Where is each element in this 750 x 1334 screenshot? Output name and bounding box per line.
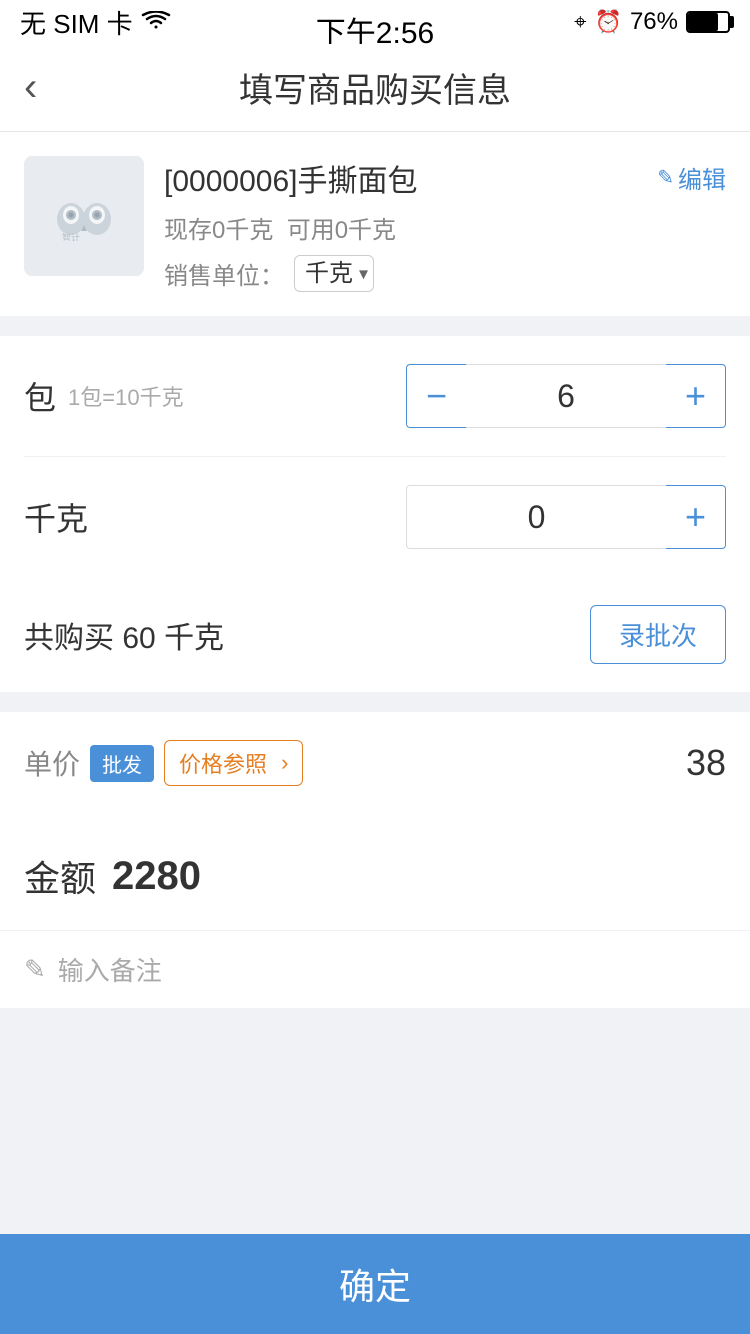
section-divider-2 [0,692,750,712]
back-button[interactable]: ‹ [24,65,37,110]
carrier-text: 无 SIM 卡 [20,4,133,41]
kg-quantity-input[interactable] [406,485,666,549]
batch-button[interactable]: 录批次 [590,605,726,664]
product-stock: 现存0千克 可用0千克 [164,210,726,245]
price-tag: 批发 [90,745,154,782]
amount-value: 2280 [112,854,201,899]
battery-icon [686,11,730,33]
bag-minus-button[interactable]: − [406,364,466,428]
amount-row: 金额 2280 [0,822,750,930]
total-amount: 60 [122,622,155,655]
remark-row[interactable]: ✎ 输入备注 [0,930,750,1008]
edit-button[interactable]: ✎ 编辑 [657,160,726,195]
bag-quantity-input[interactable] [466,364,666,428]
status-left: 无 SIM 卡 [20,4,171,41]
svg-text:智计: 智计 [62,232,80,241]
kg-controls: + [406,485,726,549]
price-label: 单价 批发 价格参照 › [24,740,303,786]
product-thumbnail: 智计 [24,156,144,276]
amount-section: 金额 2280 ✎ 输入备注 [0,822,750,1008]
total-row: 共购买 60 千克 录批次 [0,577,750,692]
nav-bar: ‹ 填写商品购买信息 [0,44,750,132]
page-title: 填写商品购买信息 [239,63,511,112]
section-divider-1 [0,316,750,336]
remark-edit-icon: ✎ [24,954,46,985]
unit-select-wrap[interactable]: 千克 包 [294,255,374,292]
bag-plus-button[interactable]: + [666,364,726,428]
alarm-icon: ⏰ [595,9,622,35]
unit-select[interactable]: 千克 包 [294,255,374,292]
product-unit-row: 销售单位： 千克 包 [164,255,726,292]
price-value: 38 [686,742,726,784]
bag-hint: 1包=10千克 [68,380,184,412]
price-row: 单价 批发 价格参照 › 38 [24,740,726,786]
bag-label: 包 1包=10千克 [24,373,184,419]
price-section: 单价 批发 价格参照 › 38 [0,712,750,822]
kg-label: 千克 [24,494,88,540]
wifi-icon [141,7,171,38]
status-right: ⌖ ⏰ 76% [574,8,730,36]
price-reference-button[interactable]: 价格参照 › [164,740,303,786]
kg-input-row: 千克 + [24,457,726,577]
total-text: 共购买 60 千克 [24,613,224,657]
bag-controls: − + [406,364,726,428]
product-card: 智计 [0000006]手撕面包 现存0千克 可用0千克 销售单位： 千克 包 … [0,132,750,316]
remark-placeholder: 输入备注 [58,951,162,988]
location-icon: ⌖ [574,9,586,35]
input-section: 包 1包=10千克 − + 千克 + [0,336,750,577]
product-name: [0000006]手撕面包 [164,156,726,200]
battery-percent: 76% [630,8,678,36]
kg-plus-button[interactable]: + [666,485,726,549]
product-info: [0000006]手撕面包 现存0千克 可用0千克 销售单位： 千克 包 [164,156,726,292]
confirm-button[interactable]: 确定 [0,1234,750,1334]
bag-input-row: 包 1包=10千克 − + [24,336,726,457]
status-bar: 无 SIM 卡 下午2:56 ⌖ ⏰ 76% [0,0,750,44]
